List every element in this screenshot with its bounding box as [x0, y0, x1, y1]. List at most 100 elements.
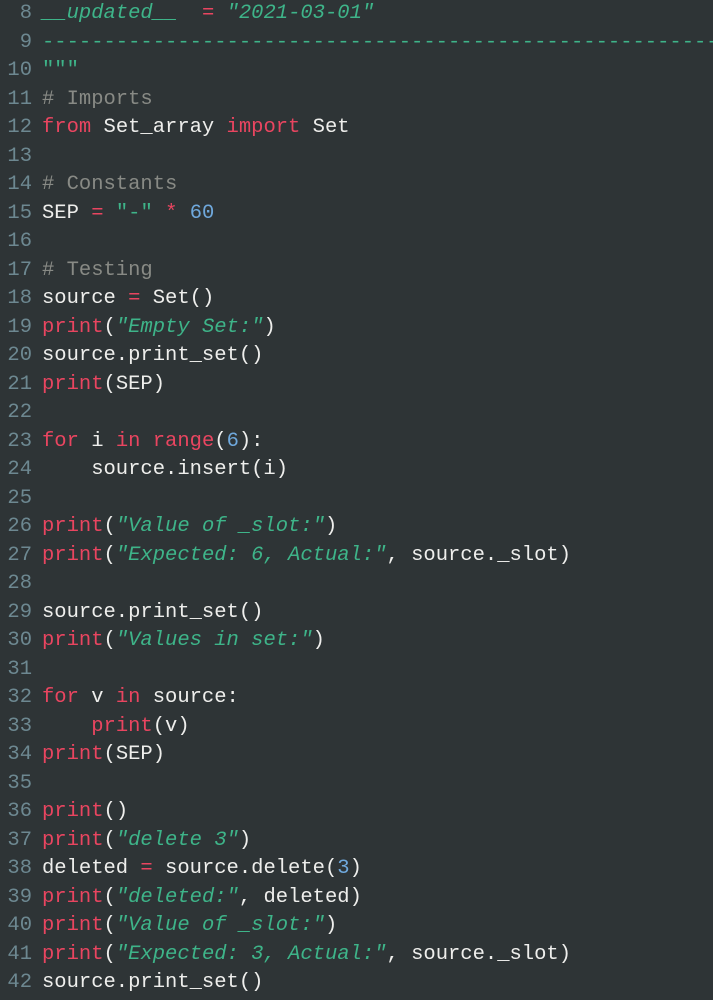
- token: source.print_set(): [42, 344, 263, 367]
- line-content[interactable]: # Constants: [42, 171, 177, 200]
- line-content[interactable]: SEP = "-" * 60: [42, 200, 214, 229]
- code-line[interactable]: 29source.print_set(): [0, 599, 713, 628]
- token: ----------------------------------------…: [42, 31, 713, 54]
- code-line[interactable]: 20source.print_set(): [0, 342, 713, 371]
- token: (: [104, 544, 116, 567]
- line-content[interactable]: __updated__ = "2021-03-01": [42, 0, 374, 29]
- line-content[interactable]: source = Set(): [42, 285, 214, 314]
- line-content[interactable]: print("Expected: 3, Actual:", source._sl…: [42, 941, 571, 970]
- line-content[interactable]: source.print_set(): [42, 969, 263, 998]
- token: print: [42, 914, 104, 937]
- line-content[interactable]: print("Value of _slot:"): [42, 513, 337, 542]
- code-line[interactable]: 36print(): [0, 798, 713, 827]
- line-content[interactable]: print("delete 3"): [42, 827, 251, 856]
- line-content[interactable]: ----------------------------------------…: [42, 29, 713, 58]
- code-line[interactable]: 42source.print_set(): [0, 969, 713, 998]
- line-content[interactable]: print("Value of _slot:"): [42, 912, 337, 941]
- code-line[interactable]: 24 source.insert(i): [0, 456, 713, 485]
- code-line[interactable]: 32for v in source:: [0, 684, 713, 713]
- line-content[interactable]: for v in source:: [42, 684, 239, 713]
- code-line[interactable]: 15SEP = "-" * 60: [0, 200, 713, 229]
- token: [177, 2, 202, 25]
- token: =: [128, 287, 140, 310]
- line-content[interactable]: # Testing: [42, 257, 153, 286]
- code-line[interactable]: 13: [0, 143, 713, 172]
- line-number: 18: [0, 285, 42, 314]
- code-line[interactable]: 41print("Expected: 3, Actual:", source._…: [0, 941, 713, 970]
- code-line[interactable]: 23for i in range(6):: [0, 428, 713, 457]
- code-line[interactable]: 19print("Empty Set:"): [0, 314, 713, 343]
- token: (v): [153, 715, 190, 738]
- code-line[interactable]: 31: [0, 656, 713, 685]
- line-number: 17: [0, 257, 42, 286]
- code-line[interactable]: 11# Imports: [0, 86, 713, 115]
- line-content[interactable]: deleted = source.delete(3): [42, 855, 362, 884]
- code-line[interactable]: 38deleted = source.delete(3): [0, 855, 713, 884]
- code-line[interactable]: 39print("deleted:", deleted): [0, 884, 713, 913]
- code-line[interactable]: 16: [0, 228, 713, 257]
- line-content[interactable]: print(): [42, 798, 128, 827]
- line-content[interactable]: print("Values in set:"): [42, 627, 325, 656]
- token: [140, 430, 152, 453]
- line-content[interactable]: # Imports: [42, 86, 153, 115]
- token: (: [104, 515, 116, 538]
- line-content[interactable]: print("deleted:", deleted): [42, 884, 362, 913]
- token: import: [227, 116, 301, 139]
- line-content[interactable]: """: [42, 57, 79, 86]
- line-content[interactable]: from Set_array import Set: [42, 114, 350, 143]
- line-content[interactable]: print("Expected: 6, Actual:", source._sl…: [42, 542, 571, 571]
- line-number: 32: [0, 684, 42, 713]
- code-lines: 8__updated__ = "2021-03-01"9------------…: [0, 0, 713, 998]
- line-content[interactable]: source.insert(i): [42, 456, 288, 485]
- line-content[interactable]: print(SEP): [42, 741, 165, 770]
- line-content[interactable]: source.print_set(): [42, 342, 263, 371]
- line-number: 31: [0, 656, 42, 685]
- line-content[interactable]: print(v): [42, 713, 190, 742]
- code-line[interactable]: 28: [0, 570, 713, 599]
- token: =: [140, 857, 152, 880]
- code-editor[interactable]: 8__updated__ = "2021-03-01"9------------…: [0, 0, 713, 998]
- code-line[interactable]: 17# Testing: [0, 257, 713, 286]
- line-number: 30: [0, 627, 42, 656]
- line-content[interactable]: print(SEP): [42, 371, 165, 400]
- token: "Expected: 6, Actual:": [116, 544, 387, 567]
- token: print: [42, 544, 104, 567]
- token: [214, 2, 226, 25]
- code-line[interactable]: 9---------------------------------------…: [0, 29, 713, 58]
- code-line[interactable]: 33 print(v): [0, 713, 713, 742]
- line-number: 39: [0, 884, 42, 913]
- token: *: [165, 202, 177, 225]
- token: print: [42, 373, 104, 396]
- line-number: 22: [0, 399, 42, 428]
- line-number: 12: [0, 114, 42, 143]
- line-number: 19: [0, 314, 42, 343]
- code-line[interactable]: 40print("Value of _slot:"): [0, 912, 713, 941]
- code-line[interactable]: 10""": [0, 57, 713, 86]
- code-line[interactable]: 26print("Value of _slot:"): [0, 513, 713, 542]
- token: 3: [337, 857, 349, 880]
- token: "delete 3": [116, 829, 239, 852]
- line-content[interactable]: print("Empty Set:"): [42, 314, 276, 343]
- code-line[interactable]: 21print(SEP): [0, 371, 713, 400]
- line-content[interactable]: for i in range(6):: [42, 428, 263, 457]
- code-line[interactable]: 37print("delete 3"): [0, 827, 713, 856]
- line-content[interactable]: source.print_set(): [42, 599, 263, 628]
- code-line[interactable]: 25: [0, 485, 713, 514]
- token: , source._slot): [386, 943, 571, 966]
- token: source:: [140, 686, 238, 709]
- code-line[interactable]: 27print("Expected: 6, Actual:", source._…: [0, 542, 713, 571]
- line-number: 23: [0, 428, 42, 457]
- code-line[interactable]: 35: [0, 770, 713, 799]
- token: ): [325, 515, 337, 538]
- code-line[interactable]: 8__updated__ = "2021-03-01": [0, 0, 713, 29]
- code-line[interactable]: 12from Set_array import Set: [0, 114, 713, 143]
- code-line[interactable]: 30print("Values in set:"): [0, 627, 713, 656]
- code-line[interactable]: 34print(SEP): [0, 741, 713, 770]
- code-line[interactable]: 14# Constants: [0, 171, 713, 200]
- token: Set(): [140, 287, 214, 310]
- code-line[interactable]: 18source = Set(): [0, 285, 713, 314]
- token: i: [79, 430, 116, 453]
- token: ): [239, 829, 251, 852]
- code-line[interactable]: 22: [0, 399, 713, 428]
- token: (): [104, 800, 129, 823]
